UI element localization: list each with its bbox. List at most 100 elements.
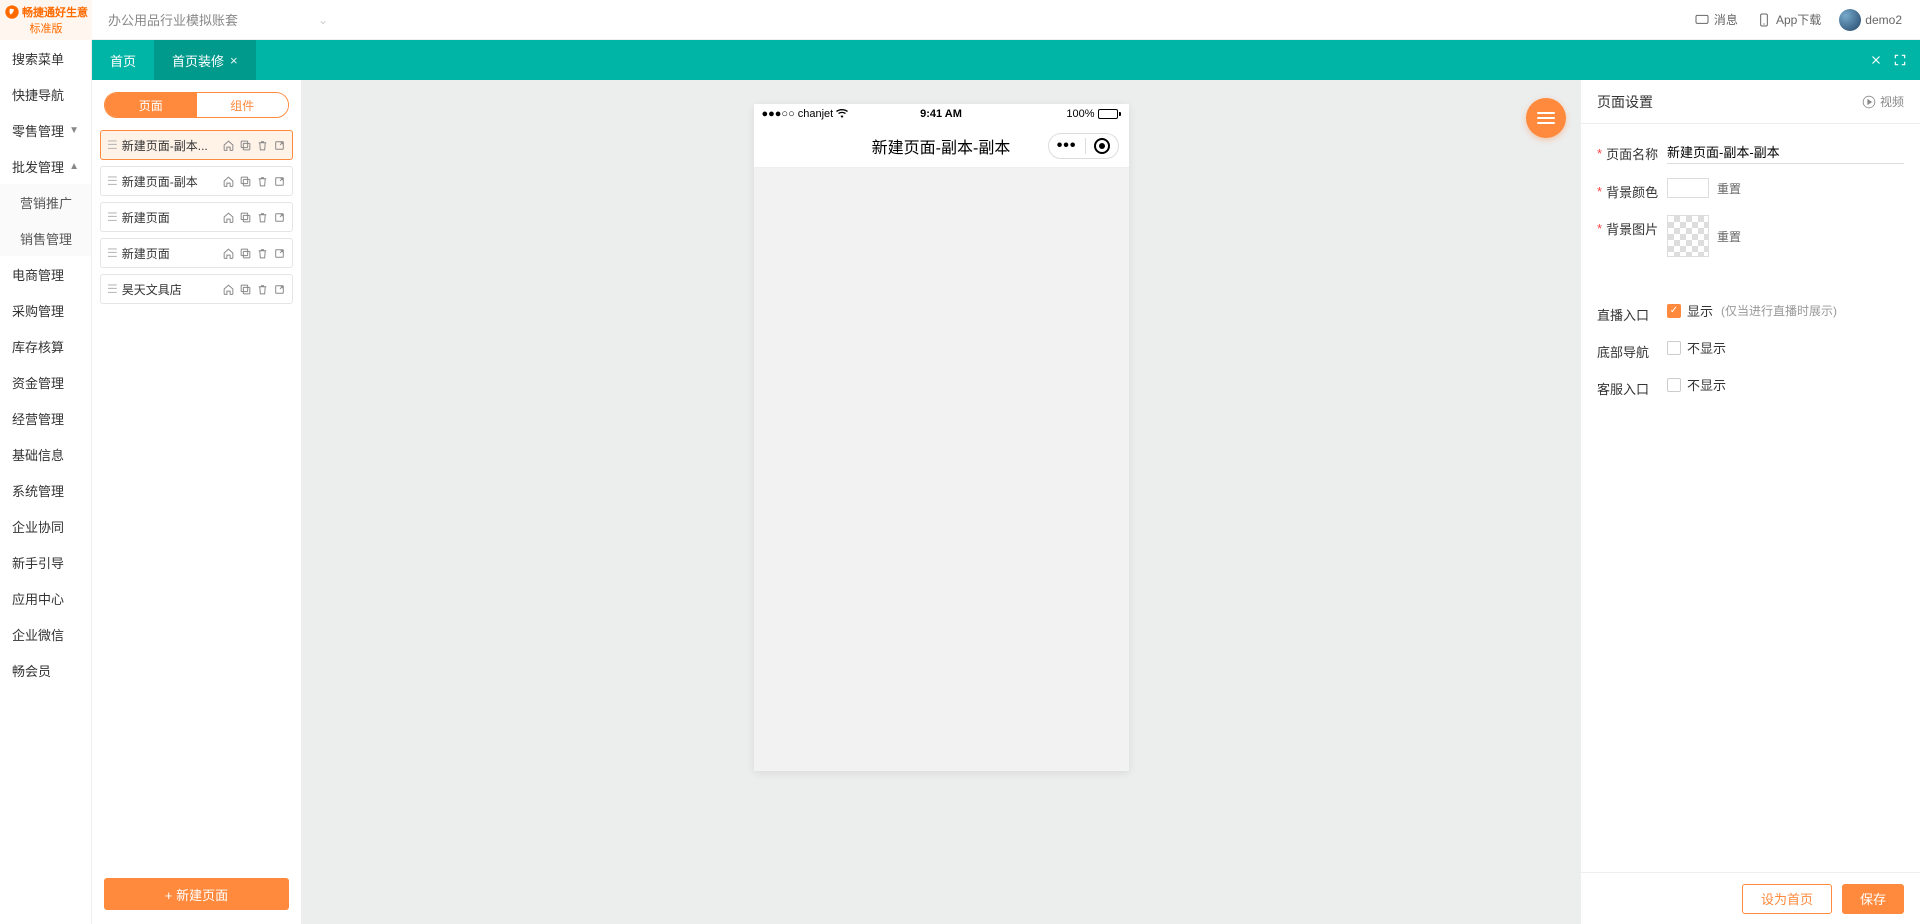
sidebar-item[interactable]: 经营管理 bbox=[0, 400, 91, 436]
sidebar-item[interactable]: 新手引导 bbox=[0, 544, 91, 580]
sidebar-item[interactable]: 系统管理 bbox=[0, 472, 91, 508]
page-list-item[interactable]: ☰新建页面-副本... bbox=[100, 130, 293, 160]
user-menu[interactable]: demo2 bbox=[1839, 9, 1902, 31]
segmented-control: 页面 组件 bbox=[104, 92, 289, 118]
sidebar-item[interactable]: 畅会员 bbox=[0, 652, 91, 688]
label-bg-image: 背景图片 bbox=[1606, 219, 1658, 238]
bg-image-reset[interactable]: 重置 bbox=[1717, 228, 1741, 245]
bg-color-swatch[interactable] bbox=[1667, 178, 1709, 198]
sidebar-item[interactable]: 搜索菜单 bbox=[0, 40, 91, 76]
phone-time: 9:41 AM bbox=[754, 108, 1129, 120]
home-icon[interactable] bbox=[221, 282, 235, 296]
sidebar-item[interactable]: 电商管理 bbox=[0, 256, 91, 292]
fullscreen-icon[interactable] bbox=[1888, 40, 1912, 80]
tab[interactable]: 首页 bbox=[92, 40, 154, 80]
trash-icon[interactable] bbox=[255, 246, 269, 260]
phone-title: 新建页面-副本-副本 bbox=[872, 134, 1011, 158]
top-header: 畅捷通好生意 标准版 办公用品行业模拟账套 ⌄ 消息 App下载 demo2 bbox=[0, 0, 1920, 40]
home-icon[interactable] bbox=[221, 246, 235, 260]
sidebar-item[interactable]: 应用中心 bbox=[0, 580, 91, 616]
sidebar-item[interactable]: 企业协同 bbox=[0, 508, 91, 544]
message-icon bbox=[1694, 12, 1710, 28]
video-help-button[interactable]: 视频 bbox=[1862, 93, 1904, 110]
sidebar-item[interactable]: 零售管理▼ bbox=[0, 112, 91, 148]
account-selector[interactable]: 办公用品行业模拟账套 ⌄ bbox=[108, 10, 328, 29]
copy-icon[interactable] bbox=[238, 174, 252, 188]
share-icon[interactable] bbox=[272, 282, 286, 296]
home-icon[interactable] bbox=[221, 138, 235, 152]
page-name-input[interactable] bbox=[1667, 140, 1904, 164]
page-list-item[interactable]: ☰ 昊天文具店 bbox=[100, 274, 293, 304]
label-bottom-nav: 底部导航 bbox=[1597, 342, 1649, 361]
account-name: 办公用品行业模拟账套 bbox=[108, 10, 238, 29]
drag-icon[interactable]: ☰ bbox=[107, 174, 118, 188]
tabbar: 首页首页装修× bbox=[92, 40, 1920, 80]
sidebar-item[interactable]: 销售管理 bbox=[0, 220, 91, 256]
trash-icon[interactable] bbox=[255, 210, 269, 224]
more-icon: ••• bbox=[1057, 137, 1077, 155]
page-list-item[interactable]: ☰ 新建页面-副本 bbox=[100, 166, 293, 196]
sidebar-item[interactable]: 企业微信 bbox=[0, 616, 91, 652]
home-icon[interactable] bbox=[221, 174, 235, 188]
close-icon[interactable]: × bbox=[230, 53, 238, 68]
settings-panel: 页面设置 视频 *页面名称 *背景颜色 bbox=[1580, 80, 1920, 924]
share-icon[interactable] bbox=[272, 210, 286, 224]
label-page-name: 页面名称 bbox=[1606, 144, 1658, 163]
logo-sub: 标准版 bbox=[30, 20, 63, 36]
page-item-name: 新建页面-副本 bbox=[122, 173, 217, 190]
page-list-item[interactable]: ☰ 新建页面 bbox=[100, 238, 293, 268]
caret-icon: ▼ bbox=[69, 125, 79, 136]
live-entry-checkbox[interactable]: 显示 bbox=[1667, 301, 1713, 320]
save-button[interactable]: 保存 bbox=[1842, 884, 1904, 914]
sidebar-item[interactable]: 采购管理 bbox=[0, 292, 91, 328]
chevron-down-icon: ⌄ bbox=[318, 13, 328, 27]
floating-menu-button[interactable] bbox=[1526, 98, 1566, 138]
sidebar-item[interactable]: 资金管理 bbox=[0, 364, 91, 400]
copy-icon[interactable] bbox=[238, 210, 252, 224]
label-bg-color: 背景颜色 bbox=[1606, 182, 1658, 201]
home-icon[interactable] bbox=[221, 210, 235, 224]
sidebar-item[interactable]: 库存核算 bbox=[0, 328, 91, 364]
sidebar-item[interactable]: 基础信息 bbox=[0, 436, 91, 472]
drag-icon[interactable]: ☰ bbox=[107, 138, 118, 152]
copy-icon[interactable] bbox=[238, 246, 252, 260]
trash-icon[interactable] bbox=[255, 174, 269, 188]
sidebar-item[interactable]: 快捷导航 bbox=[0, 76, 91, 112]
live-entry-hint: (仅当进行直播时展示) bbox=[1721, 302, 1837, 319]
bg-image-swatch[interactable] bbox=[1667, 215, 1709, 257]
miniapp-capsule[interactable]: ••• bbox=[1048, 133, 1119, 159]
play-icon bbox=[1862, 95, 1876, 109]
sidebar: 搜索菜单快捷导航零售管理▼批发管理▲营销推广销售管理电商管理采购管理库存核算资金… bbox=[0, 40, 92, 924]
phone-icon bbox=[1756, 12, 1772, 28]
share-icon[interactable] bbox=[272, 138, 286, 152]
close-tab-icon[interactable] bbox=[1864, 40, 1888, 80]
trash-icon[interactable] bbox=[255, 282, 269, 296]
page-item-name: 昊天文具店 bbox=[122, 281, 217, 298]
phone-preview: ●●●○○ chanjet 9:41 AM 100% bbox=[754, 104, 1129, 771]
page-list-item[interactable]: ☰新建页面 bbox=[100, 202, 293, 232]
copy-icon[interactable] bbox=[238, 138, 252, 152]
trash-icon[interactable] bbox=[255, 138, 269, 152]
bg-color-reset[interactable]: 重置 bbox=[1717, 180, 1741, 197]
service-entry-checkbox[interactable]: 不显示 bbox=[1667, 375, 1726, 394]
sidebar-item[interactable]: 批发管理▲ bbox=[0, 148, 91, 184]
app-download-button[interactable]: App下载 bbox=[1756, 11, 1821, 28]
set-home-button[interactable]: 设为首页 bbox=[1742, 884, 1832, 914]
seg-component[interactable]: 组件 bbox=[197, 93, 289, 117]
share-icon[interactable] bbox=[272, 246, 286, 260]
drag-icon[interactable]: ☰ bbox=[107, 282, 118, 296]
bottom-nav-checkbox[interactable]: 不显示 bbox=[1667, 338, 1726, 357]
copy-icon[interactable] bbox=[238, 282, 252, 296]
page-list-panel: 页面 组件 ☰新建页面-副本...☰新建页面-副本☰新建页面☰新建页面☰昊天文具… bbox=[92, 80, 302, 924]
new-page-button[interactable]: + 新建页面 bbox=[104, 878, 289, 910]
seg-page[interactable]: 页面 bbox=[105, 93, 197, 117]
drag-icon[interactable]: ☰ bbox=[107, 210, 118, 224]
drag-icon[interactable]: ☰ bbox=[107, 246, 118, 260]
sidebar-item[interactable]: 营销推广 bbox=[0, 184, 91, 220]
canvas: ●●●○○ chanjet 9:41 AM 100% bbox=[302, 80, 1580, 924]
logo[interactable]: 畅捷通好生意 标准版 bbox=[0, 0, 92, 40]
tab[interactable]: 首页装修× bbox=[154, 40, 256, 80]
messages-button[interactable]: 消息 bbox=[1694, 11, 1738, 28]
page-item-name: 新建页面 bbox=[122, 245, 217, 262]
share-icon[interactable] bbox=[272, 174, 286, 188]
